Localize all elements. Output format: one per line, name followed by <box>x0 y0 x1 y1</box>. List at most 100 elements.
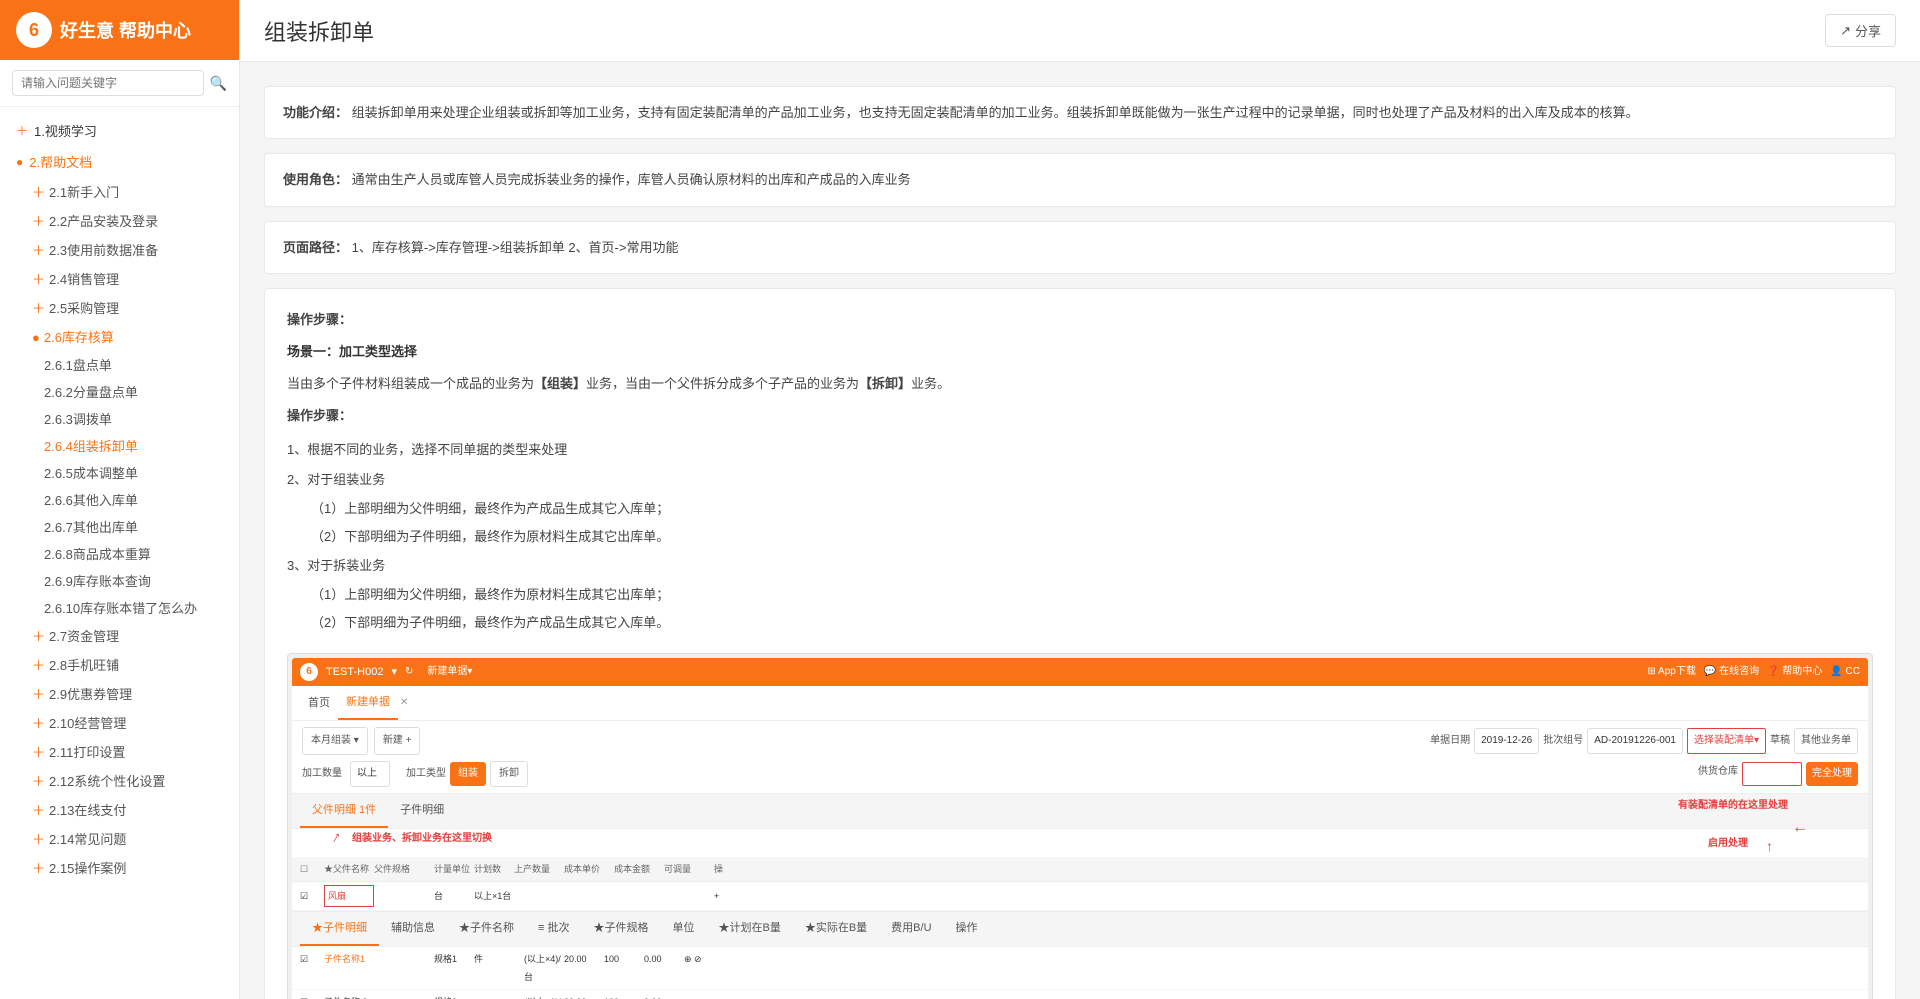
cr2-unit <box>474 993 524 999</box>
mock-annotation-area: 有装配清单的在这里处理 ← 父件明细 1件 子件明细 组装业务、拆卸业务在这里切… <box>292 794 1868 911</box>
cr2-batch <box>384 993 434 999</box>
nav-item-261[interactable]: 2.6.1盘点单 <box>0 351 239 378</box>
share-button[interactable]: ↗ 分享 <box>1825 14 1896 47</box>
mock-title-dropdown: ▾ <box>391 661 397 683</box>
step3-sub2: （2）下部明细为子件明细，最终作为产成品生成其它入库单。 <box>311 609 1873 637</box>
nav-item-purchase[interactable]: ＋2.5采购管理 <box>0 293 239 322</box>
mock-date-fields: 单据日期 2019-12-26 批次组号 AD-20191226-001 选择装… <box>1430 728 1858 754</box>
cr1-unit: 件 <box>474 950 524 986</box>
mock-bottom-tabs: ★子件明细 辅助信息 ★子件名称 ≡ 批次 ★子件规格 单位 ★计划在B量 ★实… <box>292 912 1868 947</box>
cr2-actual: 30.00 <box>564 993 604 999</box>
nav-group-help: ● 2.帮助文档 ＋2.1新手入门 ＋2.2产品安装及登录 ＋2.3使用前数据准… <box>0 146 239 882</box>
nav-group-header-video[interactable]: ＋ 1.视频学习 <box>0 115 239 146</box>
nav-item-faq[interactable]: ＋2.14常见问题 <box>0 824 239 853</box>
steps-title: 操作步骤： <box>287 312 352 327</box>
cr1-plan: (以上×4)/台 <box>524 950 564 986</box>
steps-section: 操作步骤： 场景一：加工类型选择 当由多个子件材料组装成一个成品的业务为【组装】… <box>264 288 1896 999</box>
plus-icon-mgmt: ＋ <box>32 716 45 731</box>
nav-item-264[interactable]: 2.6.4组装拆卸单 <box>0 432 239 459</box>
row1-name: 风扇 <box>324 885 374 907</box>
col-unit: 计量单位 <box>434 860 474 878</box>
mock-status-label: 草稿 <box>1770 731 1790 751</box>
nav-item-267[interactable]: 2.6.7其他出库单 <box>0 513 239 540</box>
step3-sub1: （1）上部明细为父件明细，最终作为原材料生成其它出库单； <box>311 581 1873 609</box>
nav-item-settings[interactable]: ＋2.12系统个性化设置 <box>0 766 239 795</box>
cr2-check: ☑ <box>300 993 324 999</box>
app-title: 好生意 帮助中心 <box>60 17 191 43</box>
intro-text: 组装拆卸单用来处理企业组装或拆卸等加工业务，支持有固定装配清单的产品加工业务，也… <box>352 105 1639 120</box>
nav-item-2610[interactable]: 2.6.10库存账本错了怎么办 <box>0 594 239 621</box>
col-total-cost: 成本金额 <box>614 860 664 878</box>
nav-item-262[interactable]: 2.6.2分量盘点单 <box>0 378 239 405</box>
mock-process-type-label: 加工类型 <box>406 764 446 784</box>
mock-apps-icon: ⊞ App下载 <box>1647 662 1695 682</box>
nav-item-cases[interactable]: ＋2.15操作案例 <box>0 853 239 882</box>
mock-bottom-tab-sub1: ★子件名称 <box>447 912 526 946</box>
nav-item-mobile[interactable]: ＋2.8手机旺铺 <box>0 650 239 679</box>
mock-warehouse-label: 供货仓库 <box>1698 762 1738 786</box>
nav-item-266[interactable]: 2.6.6其他入库单 <box>0 486 239 513</box>
nav-item-coupon[interactable]: ＋2.9优惠券管理 <box>0 679 239 708</box>
nav-item-data-prep[interactable]: ＋2.3使用前数据准备 <box>0 235 239 264</box>
mock-warehouse-value <box>1742 762 1802 786</box>
plus-icon-payment: ＋ <box>32 803 45 818</box>
cr1-check: ☑ <box>300 950 324 986</box>
step1-item: 1、根据不同的业务，选择不同单据的类型来处理 <box>287 435 1873 465</box>
intro-box: 功能介绍： 组装拆卸单用来处理企业组装或拆卸等加工业务，支持有固定装配清单的产品… <box>264 86 1896 139</box>
path-text: 1、库存核算->库存管理->组装拆卸单 2、首页->常用功能 <box>352 240 679 255</box>
nav-item-mgmt[interactable]: ＋2.10经营管理 <box>0 708 239 737</box>
plus-icon-cases: ＋ <box>32 861 45 876</box>
cr2-plan: (以上×1)/台 <box>524 993 564 999</box>
nav-item-263[interactable]: 2.6.3调拨单 <box>0 405 239 432</box>
nav-group-label-video: 1.视频学习 <box>34 121 97 140</box>
logo-icon: 6 <box>16 12 52 48</box>
steps-list: 1、根据不同的业务，选择不同单据的类型来处理 2、对于组装业务 （1）上部明细为… <box>287 435 1873 637</box>
intro-label: 功能介绍： <box>283 105 348 120</box>
nav-group-header-help[interactable]: ● 2.帮助文档 <box>0 146 239 177</box>
nav-item-265[interactable]: 2.6.5成本调整单 <box>0 459 239 486</box>
mock-bottom-section: ★子件明细 辅助信息 ★子件名称 ≡ 批次 ★子件规格 单位 ★计划在B量 ★实… <box>292 911 1868 999</box>
cr1-actual: 20.00 <box>564 950 604 986</box>
row1-unit: 台 <box>434 887 474 905</box>
mock-help-icon: ❓ 帮助中心 <box>1767 662 1822 682</box>
nav-item-inventory[interactable]: ●2.6库存核算 <box>0 322 239 351</box>
nav-item-finance[interactable]: ＋2.7资金管理 <box>0 621 239 650</box>
steps-label2: 操作步骤： <box>287 408 352 423</box>
mock-toolbar-btns: 本月组装 ▾ 新建 + 单据日期 2019-12-26 批次组号 AD-2019… <box>302 727 1858 755</box>
mock-confirm-btn: 完全处理 <box>1806 762 1858 786</box>
share-icon: ↗ <box>1840 23 1851 39</box>
nav-item-268[interactable]: 2.6.8商品成本重算 <box>0 540 239 567</box>
plus-icon-settings: ＋ <box>32 774 45 789</box>
search-icon[interactable]: 🔍 <box>210 75 227 92</box>
mock-sub-tabs: 父件明细 1件 子件明细 <box>292 794 1868 829</box>
nav-item-payment[interactable]: ＋2.13在线支付 <box>0 795 239 824</box>
scene1-desc: 当由多个子件材料组装成一个成品的业务为【组装】业务，当由一个父件拆分成多个子产品… <box>287 371 1873 397</box>
annotation-enable: 启用处理 <box>1708 834 1748 854</box>
minus-icon-inventory: ● <box>32 330 40 345</box>
col-check: ☐ <box>300 860 324 878</box>
mock-tab-home: 首页 <box>300 687 338 719</box>
nav-item-print[interactable]: ＋2.11打印设置 <box>0 737 239 766</box>
nav-item-sales[interactable]: ＋2.4销售管理 <box>0 264 239 293</box>
scene1-title: 场景一：加工类型选择 <box>287 344 417 359</box>
nav-item-install[interactable]: ＋2.2产品安装及登录 <box>0 206 239 235</box>
nav-item-269[interactable]: 2.6.9库存账本查询 <box>0 567 239 594</box>
annotation-bom: 有装配清单的在这里处理 <box>1678 796 1788 816</box>
mock-sub-tab-parent: 父件明细 1件 <box>300 794 388 828</box>
mock-label-date: 单据日期 <box>1430 731 1470 751</box>
mock-bottom-tab-sub3: ★子件规格 <box>581 912 660 946</box>
plus-icon-print: ＋ <box>32 745 45 760</box>
nav-item-new-user[interactable]: ＋2.1新手入门 <box>0 177 239 206</box>
mock-new-doc-btn: 新建单据▾ <box>421 660 478 684</box>
cr2-spec: 规格2 <box>434 993 474 999</box>
sidebar: 6 好生意 帮助中心 🔍 ＋ 1.视频学习 ● 2.帮助文档 ＋2.1新手入门 <box>0 0 240 999</box>
cr1-spec: 规格1 <box>434 950 474 986</box>
row1-plan-qty: 以上×1台 <box>474 887 514 905</box>
mock-process-type: 加工类型 组装 拆卸 <box>406 761 528 787</box>
mock-bottom-tab-aux: 辅助信息 <box>379 912 447 946</box>
plus-icon-new-user: ＋ <box>32 185 45 200</box>
plus-icon-coupon: ＋ <box>32 687 45 702</box>
role-box: 使用角色： 通常由生产人员或库管人员完成拆装业务的操作，库管人员确认原材料的出库… <box>264 153 1896 206</box>
search-input[interactable] <box>12 70 204 96</box>
mock-tab-current: 新建单据 <box>338 686 398 720</box>
